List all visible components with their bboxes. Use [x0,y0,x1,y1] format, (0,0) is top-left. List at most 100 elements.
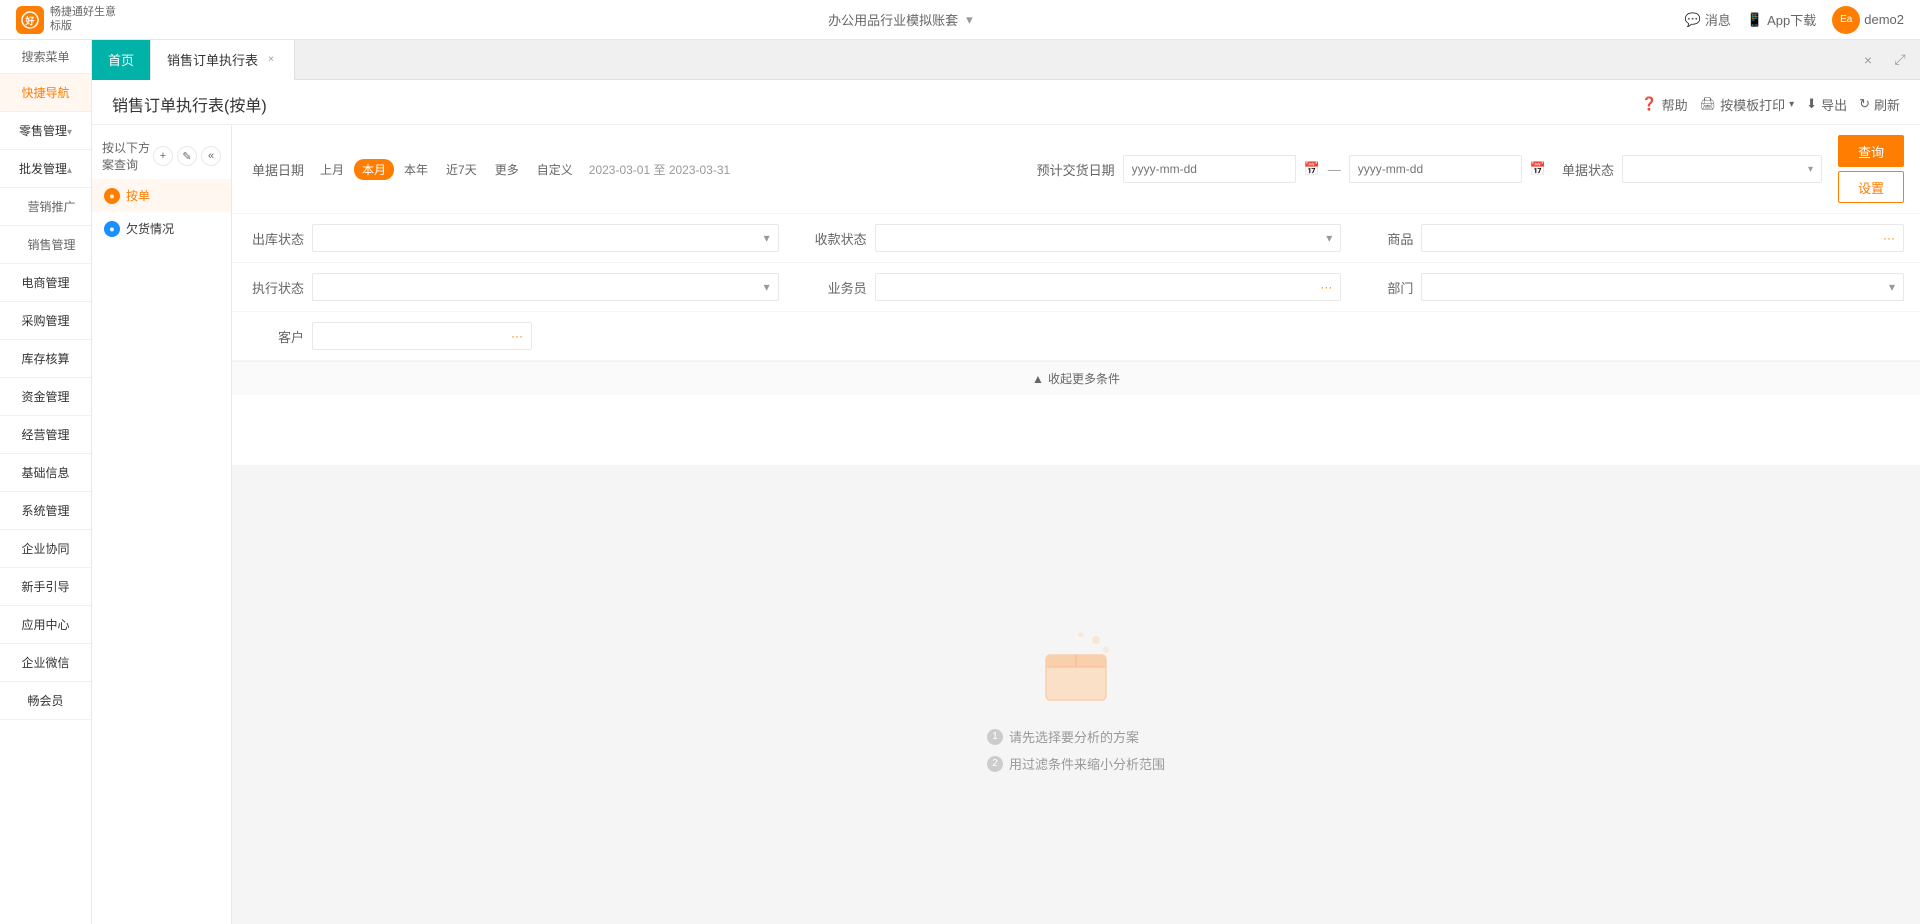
edit-scheme-btn[interactable]: ✎ [177,146,197,166]
app-title: 办公用品行业模拟账套 [828,10,958,29]
logo-icon: 好 [16,6,44,34]
home-tab-label: 首页 [108,50,134,69]
customer-select[interactable]: ··· [312,322,532,350]
print-action[interactable]: 🖨 按模板打印 ▾ [1700,95,1795,114]
customer-more-icon[interactable]: ··· [511,329,523,343]
sidebar-item-system[interactable]: 系统管理 [0,492,91,530]
sales-order-tab-label: 销售订单执行表 [167,50,258,69]
window-close-icon[interactable]: × [1856,48,1880,72]
message-icon: 💬 [1685,12,1701,28]
search-menu-item[interactable]: 搜索菜单 [0,40,91,74]
export-icon: ⬇ [1806,96,1817,112]
add-scheme-btn[interactable]: + [153,146,173,166]
exec-status-cell: 执行状态 ▾ [232,263,795,311]
salesman-select[interactable]: ··· [875,273,1342,301]
app-download-btn[interactable]: 📱 App下载 [1747,10,1816,29]
collapse-button[interactable]: ▲ 收起更多条件 [1032,370,1120,387]
filter-row-3: 执行状态 ▾ 业务员 ··· [232,263,1920,312]
print-arrow-icon: ▾ [1789,99,1794,110]
window-expand-icon[interactable]: ⤢ [1888,48,1912,72]
date-dash: — [1328,162,1341,177]
sidebar-item-member[interactable]: 畅会员 [0,682,91,720]
help-action[interactable]: ❓ 帮助 [1641,95,1687,114]
quick-nav-item[interactable]: 快捷导航 [0,74,91,112]
sidebar-item-cooperation[interactable]: 企业协同 [0,530,91,568]
calendar-end-icon[interactable]: 📅 [1530,161,1546,177]
tab-sales-order[interactable]: 销售订单执行表 × [151,40,295,80]
sidebar-item-ecommerce[interactable]: 电商管理 [0,264,91,302]
sidebar-item-apps[interactable]: 应用中心 [0,606,91,644]
logo-area: 好 畅捷通好生意 标版 [16,6,116,34]
sidebar-item-guide[interactable]: 新手引导 [0,568,91,606]
collapse-up-icon: ▲ [1032,372,1044,386]
top-bar: 好 畅捷通好生意 标版 办公用品行业模拟账套 ▾ 💬 消息 📱 App下载 Ea… [0,0,1920,40]
empty-illustration [1026,615,1126,715]
date-tab-this-year[interactable]: 本年 [396,159,436,180]
sidebar-item-wechat[interactable]: 企业微信 [0,644,91,682]
user-menu[interactable]: Ea demo2 [1832,6,1904,34]
outbound-status-select[interactable]: ▾ [312,224,779,252]
sidebar-item-operation[interactable]: 经营管理 [0,416,91,454]
date-tab-last-month[interactable]: 上月 [312,159,352,180]
single-status-select[interactable]: ▾ [1622,155,1822,183]
goods-more-icon[interactable]: ··· [1883,231,1895,245]
date-tab-last-7days[interactable]: 近7天 [438,159,485,180]
top-bar-right: 💬 消息 📱 App下载 Ea demo2 [1685,6,1904,34]
filter-row-2: 出库状态 ▾ 收款状态 ▾ [232,214,1920,263]
sidebar-item-retail[interactable]: 零售管理▾ [0,112,91,150]
exec-status-select[interactable]: ▾ [312,273,779,301]
dept-select[interactable]: ▾ [1421,273,1904,301]
sidebar-item-marketing[interactable]: 营销推广 [0,188,91,226]
query-button[interactable]: 查询 [1838,135,1904,167]
salesman-more-icon[interactable]: ··· [1320,280,1332,294]
print-icon: 🖨 [1700,96,1717,112]
receive-status-cell: 收款状态 ▾ [795,214,1358,262]
filter-row-1: 单据日期 上月 本月 本年 近7天 更多 自定义 2023-03-01 至 20… [232,125,1920,214]
settings-button[interactable]: 设置 [1838,171,1904,203]
sidebar-item-wholesale[interactable]: 批发管理▴ [0,150,91,188]
scheme-icon-shortage: ● [104,221,120,237]
refresh-icon: ↻ [1859,96,1870,112]
outbound-status-cell: 出库状态 ▾ [232,214,795,262]
receive-status-select[interactable]: ▾ [875,224,1342,252]
scheme-item-by-order[interactable]: ● 按单 [92,179,231,212]
sidebar-item-finance[interactable]: 资金管理 [0,378,91,416]
top-bar-center: 办公用品行业模拟账套 ▾ [828,10,973,29]
dept-cell: 部门 ▾ [1357,263,1920,311]
filter-area: 单据日期 上月 本月 本年 近7天 更多 自定义 2023-03-01 至 20… [232,125,1920,465]
content-area: 销售订单执行表(按单) ❓ 帮助 🖨 按模板打印 ▾ ⬇ 导出 [92,80,1920,924]
export-action[interactable]: ⬇ 导出 [1806,95,1847,114]
page-actions: ❓ 帮助 🖨 按模板打印 ▾ ⬇ 导出 ↻ 刷新 [1641,95,1900,114]
empty-state: 1 请先选择要分析的方案 2 用过滤条件来缩小分析范围 [232,465,1920,924]
left-panel-actions: + ✎ « [153,146,221,166]
sidebar-item-basic[interactable]: 基础信息 [0,454,91,492]
message-btn[interactable]: 💬 消息 [1685,10,1731,29]
sidebar-item-purchase[interactable]: 采购管理 [0,302,91,340]
collapse-panel-btn[interactable]: « [201,146,221,166]
goods-select[interactable]: ··· [1421,224,1904,252]
logo-text: 畅捷通好生意 标版 [50,6,116,32]
salesman-cell: 业务员 ··· [795,263,1358,311]
sidebar-item-sales[interactable]: 销售管理 [0,226,91,264]
scheme-item-shortage[interactable]: ● 欠货情况 [92,212,231,245]
goods-cell: 商品 ··· [1357,214,1920,262]
tab-bar: 首页 销售订单执行表 × × ⤢ [92,40,1920,80]
predicted-date-end[interactable] [1349,155,1522,183]
exec-chevron: ▾ [764,280,770,294]
calendar-start-icon[interactable]: 📅 [1304,161,1320,177]
tab-home[interactable]: 首页 [92,40,151,80]
single-status-filter: 单据状态 ▾ [1562,155,1822,183]
date-tab-more[interactable]: 更多 [487,159,527,180]
tab-close-icon[interactable]: × [264,53,278,67]
date-range-text: 2023-03-01 至 2023-03-31 [589,161,730,178]
filter-row-4: 客户 ··· [232,312,1920,361]
date-tab-custom[interactable]: 自定义 [529,159,581,180]
predicted-date-start[interactable] [1123,155,1296,183]
outbound-chevron: ▾ [764,231,770,245]
refresh-action[interactable]: ↻ 刷新 [1859,95,1900,114]
page-title: 销售订单执行表(按单) [112,92,267,116]
date-tab-this-month[interactable]: 本月 [354,159,394,180]
sidebar-item-inventory[interactable]: 库存核算 [0,340,91,378]
receive-chevron: ▾ [1326,231,1332,245]
app-title-arrow[interactable]: ▾ [966,12,973,28]
